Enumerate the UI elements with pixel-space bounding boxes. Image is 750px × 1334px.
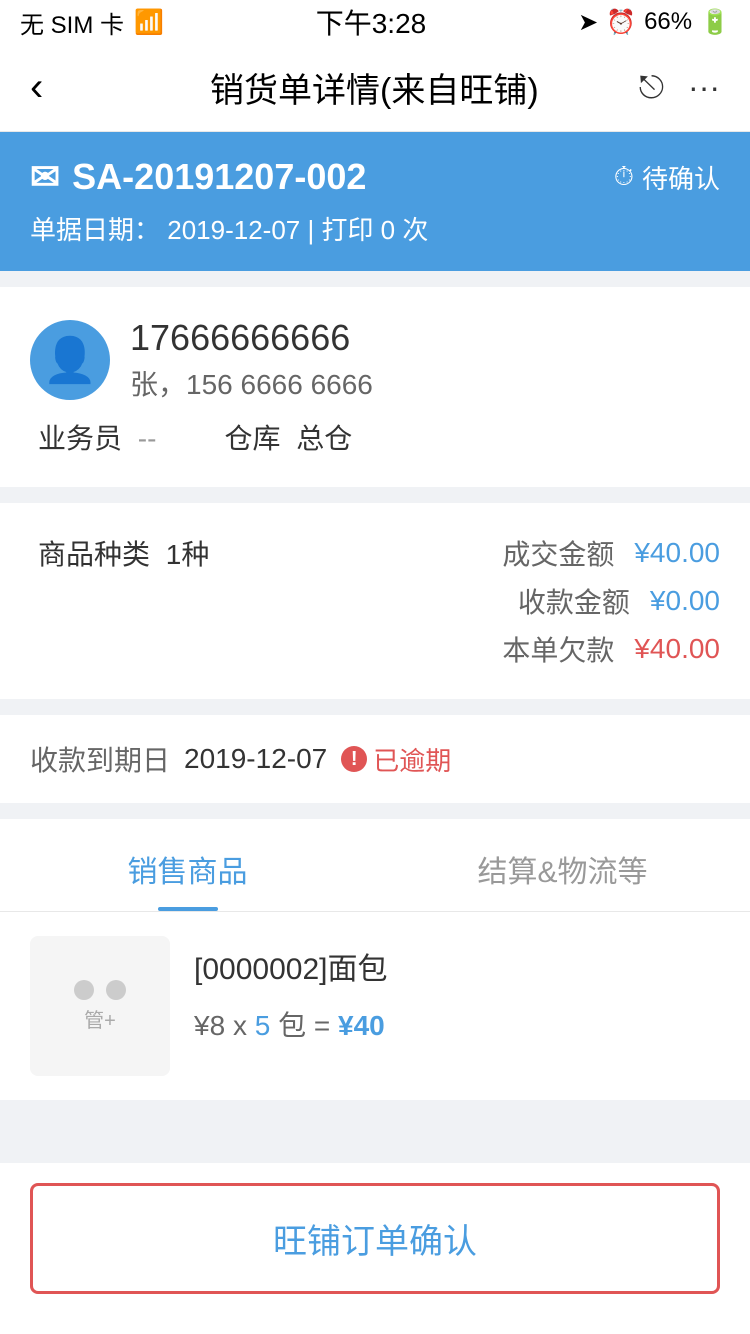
amount-label: 成交金额 (502, 533, 614, 573)
product-price: ¥8 x 5 包 = ¥40 (194, 1004, 720, 1044)
clock-icon: ⏱ (614, 161, 634, 193)
types-value: 1种 (166, 539, 210, 570)
product-logo: 管+ (74, 980, 126, 1033)
nav-right-actions: ⎋ ··· (639, 69, 720, 107)
product-thumbnail: 管+ (30, 936, 170, 1076)
order-id: ✉ SA-20191207-002 (30, 156, 366, 198)
order-date-row: 单据日期： 2019-12-07 | 打印 0 次 (30, 210, 720, 247)
status-carrier: 无 SIM 卡 📶 (20, 5, 164, 40)
collected-value: ¥0.00 (650, 585, 720, 617)
due-label: 收款到期日 (30, 739, 170, 779)
sales-value: -- (138, 423, 157, 454)
due-section: 收款到期日 2019-12-07 ! 已逾期 (0, 715, 750, 803)
carrier-text: 无 SIM 卡 (20, 5, 124, 40)
warehouse-item: 仓库 总仓 (216, 417, 352, 457)
customer-section: 👤 17666666666 张，156 6666 6666 业务员 -- 仓库 … (0, 287, 750, 487)
overdue-icon: ! (341, 746, 367, 772)
status-indicators: ➤ ⏰ 66% 🔋 (578, 8, 730, 37)
confirm-bar: 旺铺订单确认 (0, 1163, 750, 1334)
avatar: 👤 (30, 320, 110, 400)
nav-title: 销货单详情(来自旺铺) (110, 63, 639, 112)
price-value: ¥8 (194, 1010, 225, 1041)
equals-sign: = (314, 1010, 338, 1041)
product-total: ¥40 (338, 1010, 385, 1041)
status-text: 待确认 (642, 159, 720, 196)
order-id-row: ✉ SA-20191207-002 ⏱ 待确认 (30, 156, 720, 198)
more-icon[interactable]: ··· (688, 69, 720, 106)
unit-text: 包 (278, 1010, 306, 1041)
customer-meta: 业务员 -- 仓库 总仓 (30, 417, 720, 457)
warehouse-label: 仓库 (224, 423, 280, 454)
wifi-icon: 📶 (134, 8, 164, 37)
customer-name: 张，156 6666 6666 (130, 363, 373, 403)
sales-item: 业务员 -- (30, 417, 156, 457)
product-section: 管+ [0000002]面包 ¥8 x 5 包 = ¥40 (0, 912, 750, 1100)
order-header: ✉ SA-20191207-002 ⏱ 待确认 单据日期： 2019-12-07… (0, 132, 750, 271)
sales-label: 业务员 (38, 423, 122, 454)
date-label: 单据日期： (30, 215, 160, 245)
owl-text: 管+ (84, 1004, 116, 1033)
customer-row: 👤 17666666666 张，156 6666 6666 (30, 317, 720, 403)
battery-text: 66% (644, 8, 692, 36)
collected-label: 收款金额 (518, 581, 630, 621)
summary-left: 商品种类 1种 (30, 533, 209, 573)
owl-eyes (74, 980, 126, 1000)
confirm-button[interactable]: 旺铺订单确认 (30, 1183, 720, 1294)
overdue-text: 已逾期 (373, 741, 451, 778)
amount-value: ¥40.00 (634, 537, 720, 569)
product-qty: 5 (255, 1010, 271, 1041)
product-name: [0000002]面包 (194, 944, 720, 988)
order-id-text: SA-20191207-002 (72, 156, 366, 198)
tab-sales[interactable]: 销售商品 (0, 819, 375, 911)
types-label: 商品种类 (38, 539, 150, 570)
nav-left-actions: ‹ (30, 65, 110, 110)
owed-value: ¥40.00 (634, 633, 720, 665)
product-types: 商品种类 1种 (30, 533, 209, 573)
owed-label: 本单欠款 (502, 629, 614, 669)
alarm-icon: ⏰ (606, 8, 636, 37)
product-item: 管+ [0000002]面包 ¥8 x 5 包 = ¥40 (30, 936, 720, 1076)
owl-eye-right (106, 980, 126, 1000)
owed-row: 本单欠款 ¥40.00 (502, 629, 720, 669)
tab-settlement-label: 结算&物流等 (477, 856, 647, 889)
order-status: ⏱ 待确认 (614, 159, 720, 196)
price-multiplier: x (233, 1010, 255, 1041)
customer-details: 17666666666 张，156 6666 6666 (130, 317, 373, 403)
warehouse-value: 总仓 (296, 423, 352, 454)
print-info: | 打印 0 次 (307, 215, 428, 245)
summary-right: 成交金额 ¥40.00 收款金额 ¥0.00 本单欠款 ¥40.00 (502, 533, 720, 669)
location-icon: ➤ (578, 8, 598, 37)
tabs-row: 销售商品 结算&物流等 (0, 819, 750, 912)
due-date: 2019-12-07 (184, 743, 327, 775)
battery-icon: 🔋 (700, 8, 730, 37)
collected-row: 收款金额 ¥0.00 (518, 581, 720, 621)
customer-phone: 17666666666 (130, 317, 373, 359)
product-info: [0000002]面包 ¥8 x 5 包 = ¥40 (194, 936, 720, 1044)
date-value: 2019-12-07 (167, 215, 300, 245)
order-icon: ✉ (30, 156, 60, 198)
share-icon[interactable]: ⎋ (639, 69, 664, 107)
status-time: 下午3:28 (316, 2, 427, 42)
amount-row: 成交金额 ¥40.00 (502, 533, 720, 573)
tabs-section: 销售商品 结算&物流等 管+ [0000002]面包 ¥8 (0, 819, 750, 1100)
nav-bar: ‹ 销货单详情(来自旺铺) ⎋ ··· (0, 44, 750, 132)
back-button[interactable]: ‹ (30, 65, 43, 110)
user-icon: 👤 (43, 334, 98, 386)
owl-eye-left (74, 980, 94, 1000)
overdue-badge: ! 已逾期 (341, 741, 451, 778)
summary-section: 商品种类 1种 成交金额 ¥40.00 收款金额 ¥0.00 本单欠款 ¥40.… (0, 503, 750, 699)
status-bar: 无 SIM 卡 📶 下午3:28 ➤ ⏰ 66% 🔋 (0, 0, 750, 44)
tab-settlement[interactable]: 结算&物流等 (375, 819, 750, 911)
tab-sales-label: 销售商品 (128, 856, 248, 889)
